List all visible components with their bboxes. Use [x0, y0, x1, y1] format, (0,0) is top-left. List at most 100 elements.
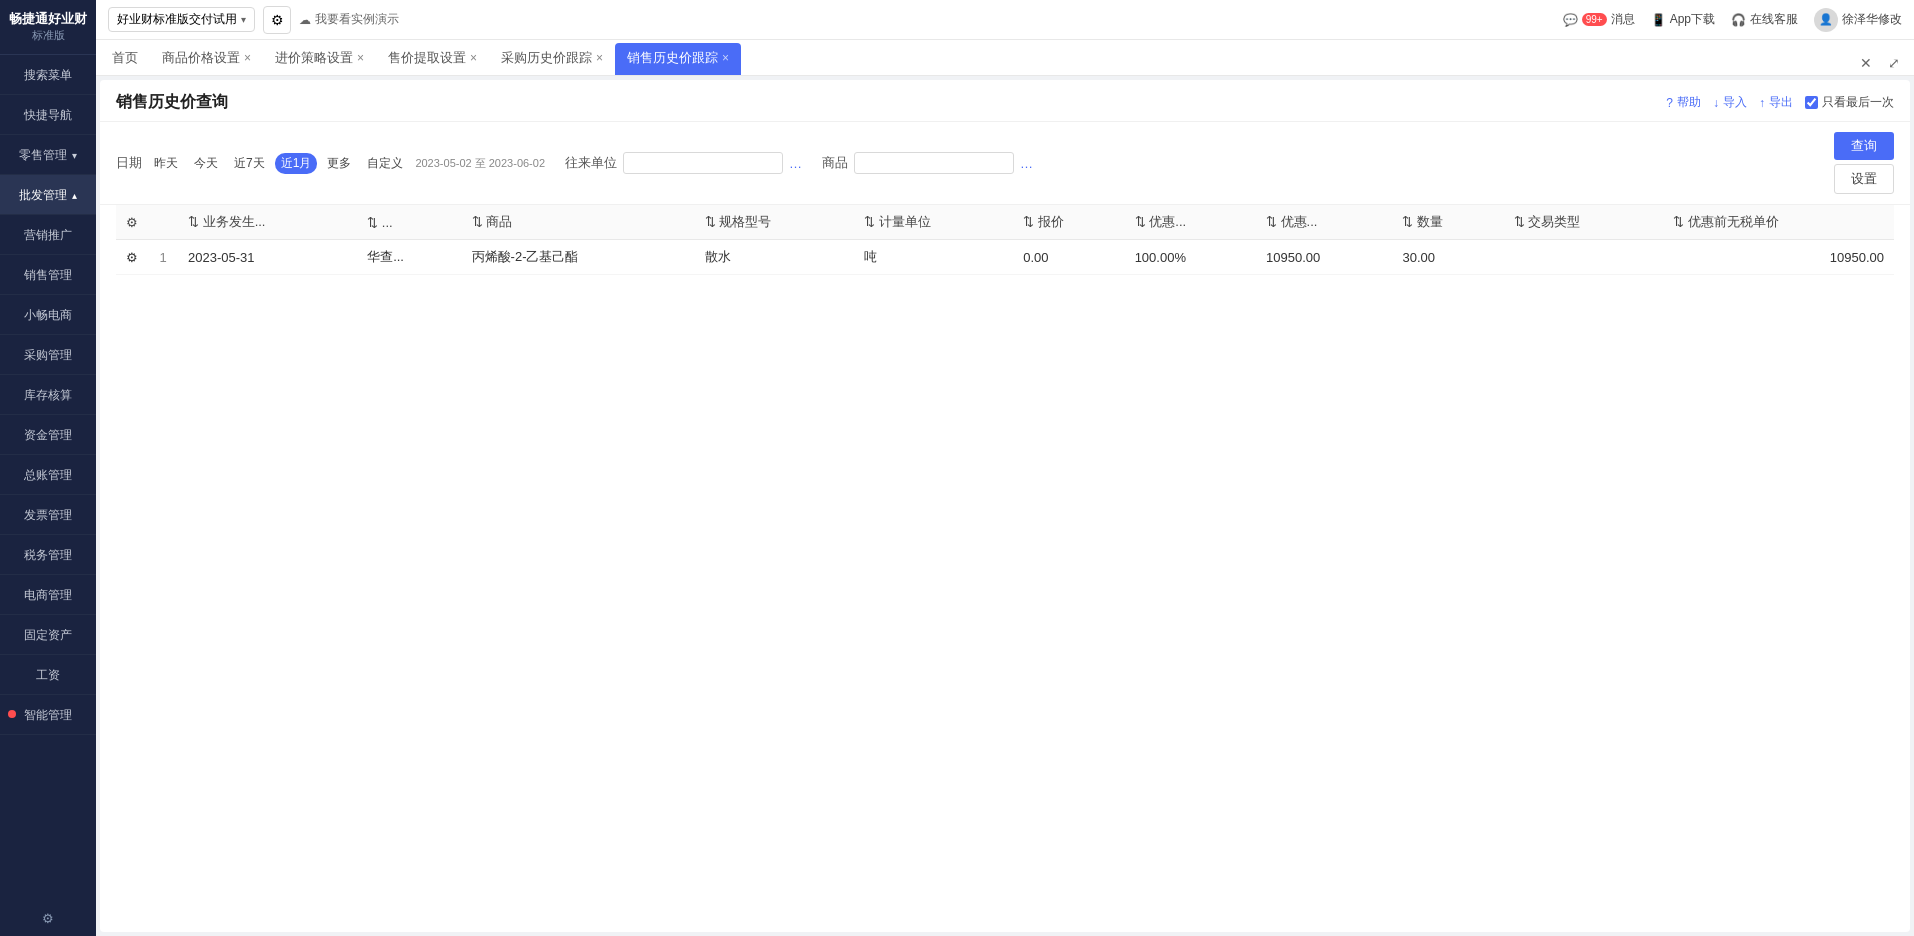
only-last-checkbox[interactable] — [1805, 96, 1818, 109]
page-title: 销售历史价查询 — [116, 92, 228, 113]
col-discount1[interactable]: ⇅ 优惠... — [1125, 205, 1256, 240]
sidebar-item-smart[interactable]: 智能管理 — [0, 695, 96, 735]
user-menu[interactable]: 👤 徐泽华修改 — [1814, 8, 1902, 32]
version-label: 好业财标准版交付试用 — [117, 11, 237, 28]
col-spec-sort: ⇅ — [705, 214, 716, 229]
sidebar-item-payroll[interactable]: 工资 — [0, 655, 96, 695]
settings-filter-button[interactable]: 设置 — [1834, 164, 1894, 194]
export-link[interactable]: ↑ 导出 — [1759, 94, 1793, 111]
sidebar-item-assets[interactable]: 固定资产 — [0, 615, 96, 655]
page-header-actions: ? 帮助 ↓ 导入 ↑ 导出 只看最后一次 — [1666, 94, 1894, 111]
tab-purchase-history-close[interactable]: × — [596, 51, 603, 65]
col-qty[interactable]: ⇅ 数量 — [1392, 205, 1503, 240]
tab-extract-label: 售价提取设置 — [388, 49, 466, 67]
data-table: ⚙ ⇅ 业务发生... ⇅ ... ⇅ 商品 — [116, 205, 1894, 275]
tab-price[interactable]: 商品价格设置 × — [150, 43, 263, 75]
sidebar-settings[interactable]: ⚙ — [0, 901, 96, 936]
sidebar-item-sales[interactable]: 销售管理 — [0, 255, 96, 295]
app-name: 畅捷通好业财 — [8, 10, 88, 28]
sidebar-item-invoice[interactable]: 发票管理 — [0, 495, 96, 535]
table-row: ⚙ 1 2023-05-31 华查... 丙烯酸-2-乙基己酯 散水 吨 0.0… — [116, 240, 1894, 275]
tab-extract[interactable]: 售价提取设置 × — [376, 43, 489, 75]
online-service-button[interactable]: 🎧 在线客服 — [1731, 11, 1798, 28]
only-last-label: 只看最后一次 — [1822, 94, 1894, 111]
app-logo: 畅捷通好业财 标准版 — [0, 0, 96, 55]
date-btn-yesterday[interactable]: 昨天 — [148, 153, 184, 174]
page-content: 销售历史价查询 ? 帮助 ↓ 导入 ↑ 导出 只看最后一次 — [100, 80, 1910, 932]
from-unit-label: 往来单位 — [565, 154, 617, 172]
date-options: 昨天 今天 近7天 近1月 更多 自定义 — [148, 153, 409, 174]
help-label: 帮助 — [1677, 94, 1701, 111]
tab-close-button[interactable]: ✕ — [1854, 51, 1878, 75]
import-link[interactable]: ↓ 导入 — [1713, 94, 1747, 111]
date-range: 2023-05-02 至 2023-06-02 — [415, 156, 545, 171]
tab-sales-history-close[interactable]: × — [722, 51, 729, 65]
help-link[interactable]: ? 帮助 — [1666, 94, 1701, 111]
from-unit-more[interactable]: … — [789, 156, 802, 171]
query-button[interactable]: 查询 — [1834, 132, 1894, 160]
col-pretax-sort: ⇅ — [1673, 214, 1684, 229]
row-discount1: 100.00% — [1125, 240, 1256, 275]
col-product-sort: ⇅ — [472, 214, 483, 229]
col-price[interactable]: ⇅ 报价 — [1013, 205, 1124, 240]
tab-strategy-close[interactable]: × — [357, 51, 364, 65]
message-button[interactable]: 💬 99+ 消息 — [1563, 11, 1635, 28]
col-unit[interactable]: ⇅ 计量单位 — [854, 205, 1013, 240]
col-product[interactable]: ⇅ 商品 — [462, 205, 695, 240]
col-more[interactable]: ⇅ ... — [357, 205, 461, 240]
row-gear[interactable]: ⚙ — [116, 240, 148, 275]
col-tx-type[interactable]: ⇅ 交易类型 — [1504, 205, 1663, 240]
product-more[interactable]: … — [1020, 156, 1033, 171]
only-last-checkbox-label[interactable]: 只看最后一次 — [1805, 94, 1894, 111]
sidebar-item-marketing[interactable]: 营销推广 — [0, 215, 96, 255]
sidebar-item-ecom[interactable]: 电商管理 — [0, 575, 96, 615]
sidebar-item-quicknav[interactable]: 快捷导航 — [0, 95, 96, 135]
tab-actions: ✕ ⤢ — [1850, 51, 1910, 75]
sidebar-item-inventory[interactable]: 库存核算 — [0, 375, 96, 415]
sidebar-item-finance[interactable]: 资金管理 — [0, 415, 96, 455]
tab-sales-history[interactable]: 销售历史价跟踪 × — [615, 43, 741, 75]
tab-extract-close[interactable]: × — [470, 51, 477, 65]
sidebar-item-retail[interactable]: 零售管理 ▾ — [0, 135, 96, 175]
row-product: 丙烯酸-2-乙基己酯 — [462, 240, 695, 275]
date-btn-1month[interactable]: 近1月 — [275, 153, 318, 174]
col-pretax-price[interactable]: ⇅ 优惠前无税单价 — [1663, 205, 1894, 240]
col-discount2[interactable]: ⇅ 优惠... — [1256, 205, 1392, 240]
topbar-right: 💬 99+ 消息 📱 App下载 🎧 在线客服 👤 徐泽华修改 — [1563, 8, 1902, 32]
date-btn-today[interactable]: 今天 — [188, 153, 224, 174]
row-unit: 吨 — [854, 240, 1013, 275]
sidebar-item-purchase[interactable]: 采购管理 — [0, 335, 96, 375]
col-gear[interactable]: ⚙ — [116, 205, 148, 240]
settings-button[interactable]: ⚙ — [263, 6, 291, 34]
tab-expand-button[interactable]: ⤢ — [1882, 51, 1906, 75]
row-pretax-price: 10950.00 — [1663, 240, 1894, 275]
sidebar-item-search[interactable]: 搜索菜单 — [0, 55, 96, 95]
product-input[interactable] — [854, 152, 1014, 174]
sidebar-item-tax[interactable]: 税务管理 — [0, 535, 96, 575]
demo-link[interactable]: ☁ 我要看实例演示 — [299, 11, 399, 28]
tab-purchase-history-label: 采购历史价跟踪 — [501, 49, 592, 67]
col-discount2-sort: ⇅ — [1266, 214, 1277, 229]
sidebar-item-wholesale[interactable]: 批发管理 ▴ — [0, 175, 96, 215]
tab-purchase-history[interactable]: 采购历史价跟踪 × — [489, 43, 615, 75]
table-container: ⚙ ⇅ 业务发生... ⇅ ... ⇅ 商品 — [100, 205, 1910, 275]
col-spec[interactable]: ⇅ 规格型号 — [695, 205, 854, 240]
app-download-button[interactable]: 📱 App下载 — [1651, 11, 1715, 28]
version-selector[interactable]: 好业财标准版交付试用 ▾ — [108, 7, 255, 32]
date-btn-more[interactable]: 更多 — [321, 153, 357, 174]
col-unit-sort: ⇅ — [864, 214, 875, 229]
message-label: 消息 — [1611, 11, 1635, 28]
from-unit-input[interactable] — [623, 152, 783, 174]
demo-label: 我要看实例演示 — [315, 11, 399, 28]
sidebar-item-ecom-small[interactable]: 小畅电商 — [0, 295, 96, 335]
date-btn-7days[interactable]: 近7天 — [228, 153, 271, 174]
date-btn-custom[interactable]: 自定义 — [361, 153, 409, 174]
row-qty: 30.00 — [1392, 240, 1503, 275]
tab-price-close[interactable]: × — [244, 51, 251, 65]
message-icon: 💬 — [1563, 13, 1578, 27]
col-business-date[interactable]: ⇅ 业务发生... — [178, 205, 357, 240]
sidebar-item-ledger[interactable]: 总账管理 — [0, 455, 96, 495]
tab-home[interactable]: 首页 — [100, 43, 150, 75]
tab-strategy[interactable]: 进价策略设置 × — [263, 43, 376, 75]
table-header-row: ⚙ ⇅ 业务发生... ⇅ ... ⇅ 商品 — [116, 205, 1894, 240]
